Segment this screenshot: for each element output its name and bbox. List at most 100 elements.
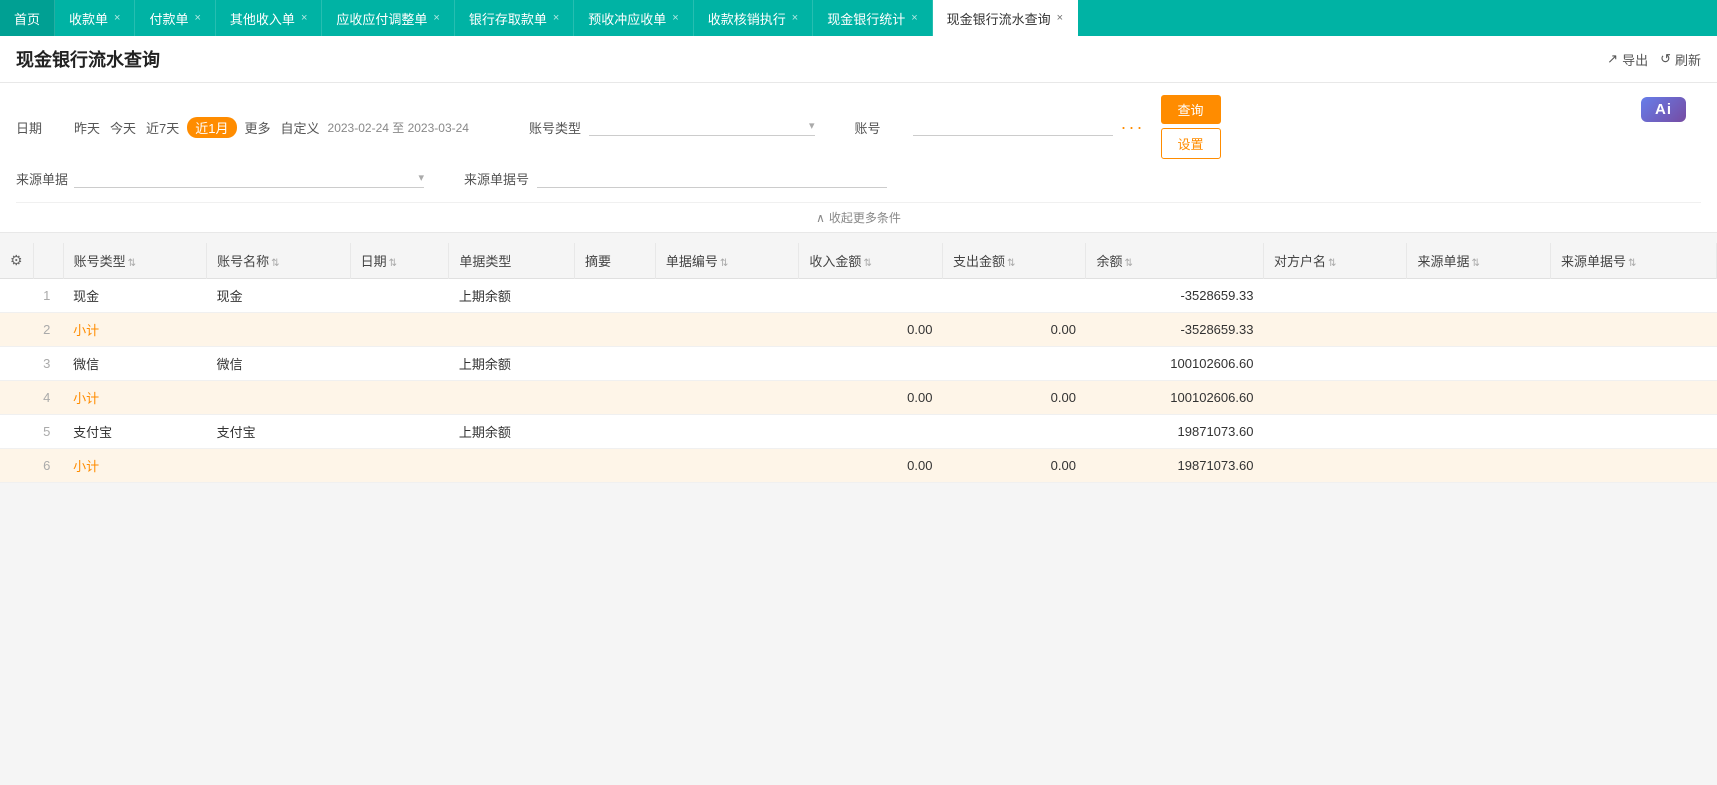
account-type-input[interactable]: [589, 118, 809, 133]
refresh-icon: ↺: [1660, 51, 1671, 67]
col-account_name[interactable]: 账号名称⇅: [207, 243, 351, 279]
account-input-wrap: [913, 118, 1113, 136]
source-doc-chevron-icon[interactable]: ▾: [418, 171, 424, 184]
cell-source_doc_no: [1550, 347, 1716, 381]
refresh-button[interactable]: ↺ 刷新: [1660, 50, 1701, 69]
source-doc-num-label: 来源单据号: [464, 169, 529, 188]
tab-close-icon-cash-bank-stat[interactable]: ×: [911, 12, 917, 24]
cell-doc_type: [449, 313, 575, 347]
cell-expense: [942, 279, 1086, 313]
cell-source_doc_no: [1550, 313, 1716, 347]
date-shortcut-last1m[interactable]: 近1月: [187, 117, 236, 138]
col-counterparty[interactable]: 对方户名⇅: [1263, 243, 1407, 279]
date-shortcut-last7[interactable]: 近7天: [144, 117, 181, 138]
cell-date: [350, 313, 449, 347]
cell-summary: [575, 449, 656, 483]
query-button[interactable]: 查询: [1161, 95, 1221, 124]
cell-balance: -3528659.33: [1086, 313, 1264, 347]
tab-close-icon-other-income[interactable]: ×: [301, 12, 307, 24]
cell-counterparty: [1263, 449, 1407, 483]
cell-doc_type: 上期余额: [449, 279, 575, 313]
export-icon: ↗: [1607, 51, 1618, 67]
row-gear-cell: [0, 347, 33, 381]
row-num: 6: [33, 449, 63, 483]
tab-close-icon-ap-ar-adjust[interactable]: ×: [433, 12, 439, 24]
col-expense[interactable]: 支出金额⇅: [942, 243, 1086, 279]
header-actions: ↗ 导出 ↺ 刷新: [1607, 50, 1701, 69]
account-more-button[interactable]: ···: [1121, 117, 1145, 138]
date-shortcut-custom[interactable]: 自定义: [279, 117, 322, 138]
cell-doc_type: [449, 449, 575, 483]
row-gear-cell: [0, 415, 33, 449]
date-shortcuts: 昨天今天近7天近1月更多自定义: [72, 117, 322, 138]
col-doc_no[interactable]: 单据编号⇅: [655, 243, 799, 279]
cell-summary: [575, 313, 656, 347]
nav-tab-collection-exec[interactable]: 收款核销执行×: [694, 0, 813, 36]
col-account_type[interactable]: 账号类型⇅: [63, 243, 207, 279]
cell-balance: 19871073.60: [1086, 449, 1264, 483]
page-header: 现金银行流水查询 ↗ 导出 ↺ 刷新: [0, 36, 1717, 83]
export-button[interactable]: ↗ 导出: [1607, 50, 1648, 69]
cell-summary: [575, 347, 656, 381]
col-gear[interactable]: ⚙: [0, 243, 33, 279]
cell-account_type: 现金: [63, 279, 207, 313]
col-balance[interactable]: 余额⇅: [1086, 243, 1264, 279]
nav-tab-bank-deposit[interactable]: 银行存取款单×: [455, 0, 574, 36]
row-num: 2: [33, 313, 63, 347]
nav-tab-home[interactable]: 首页: [0, 0, 55, 36]
account-input[interactable]: [913, 118, 1113, 133]
account-type-chevron-icon[interactable]: ▾: [809, 119, 815, 132]
ai-badge: Ai: [1641, 97, 1686, 122]
cell-income: [799, 279, 943, 313]
cell-account_type: 微信: [63, 347, 207, 381]
row-num: 1: [33, 279, 63, 313]
col-row-num: [33, 243, 63, 279]
col-date[interactable]: 日期⇅: [350, 243, 449, 279]
filter-row-2: 来源单据 ▾ 来源单据号: [16, 169, 1701, 188]
nav-tab-receipt[interactable]: 收款单×: [55, 0, 135, 36]
tab-close-icon-advance-offset[interactable]: ×: [672, 12, 678, 24]
tab-close-icon-payment[interactable]: ×: [194, 12, 200, 24]
tab-close-icon-collection-exec[interactable]: ×: [792, 12, 798, 24]
cell-balance: -3528659.33: [1086, 279, 1264, 313]
cell-income: [799, 347, 943, 381]
cell-date: [350, 279, 449, 313]
cell-source_doc_no: [1550, 449, 1716, 483]
source-doc-input-wrap: ▾: [74, 170, 424, 188]
nav-tab-other-income[interactable]: 其他收入单×: [216, 0, 322, 36]
cell-account_type: 小计: [63, 381, 207, 415]
col-source_doc[interactable]: 来源单据⇅: [1407, 243, 1551, 279]
nav-tab-cash-bank-stat[interactable]: 现金银行统计×: [813, 0, 932, 36]
collapse-bar[interactable]: ∧ 收起更多条件: [16, 202, 1701, 232]
nav-tab-ap-ar-adjust[interactable]: 应收应付调整单×: [322, 0, 454, 36]
sort-icon-date: ⇅: [389, 258, 397, 269]
row-num: 4: [33, 381, 63, 415]
cell-counterparty: [1263, 381, 1407, 415]
col-source_doc_no[interactable]: 来源单据号⇅: [1550, 243, 1716, 279]
tab-close-icon-receipt[interactable]: ×: [114, 12, 120, 24]
cell-income: [799, 415, 943, 449]
nav-tab-cash-bank-flow[interactable]: 现金银行流水查询×: [933, 0, 1078, 36]
col-income[interactable]: 收入金额⇅: [799, 243, 943, 279]
cell-doc_type: 上期余额: [449, 415, 575, 449]
table-row: 2小计0.000.00-3528659.33: [0, 313, 1717, 347]
cell-account_name: [207, 449, 351, 483]
cell-expense: 0.00: [942, 313, 1086, 347]
cell-doc_no: [655, 279, 799, 313]
cell-doc_type: [449, 381, 575, 415]
date-shortcut-yesterday[interactable]: 昨天: [72, 117, 102, 138]
tab-close-icon-cash-bank-flow[interactable]: ×: [1057, 12, 1063, 24]
sort-icon-expense: ⇅: [1007, 258, 1015, 269]
date-shortcut-today[interactable]: 今天: [108, 117, 138, 138]
tab-close-icon-bank-deposit[interactable]: ×: [553, 12, 559, 24]
cell-account_name: [207, 381, 351, 415]
nav-tab-advance-offset[interactable]: 预收冲应收单×: [574, 0, 693, 36]
source-doc-input[interactable]: [74, 170, 418, 185]
settings-button[interactable]: 设置: [1161, 128, 1221, 159]
source-doc-num-input[interactable]: [537, 170, 887, 185]
date-shortcut-more[interactable]: 更多: [243, 117, 273, 138]
gear-icon: ⚙: [10, 252, 23, 268]
cell-date: [350, 415, 449, 449]
nav-tab-payment[interactable]: 付款单×: [135, 0, 215, 36]
page-title: 现金银行流水查询: [16, 46, 160, 72]
